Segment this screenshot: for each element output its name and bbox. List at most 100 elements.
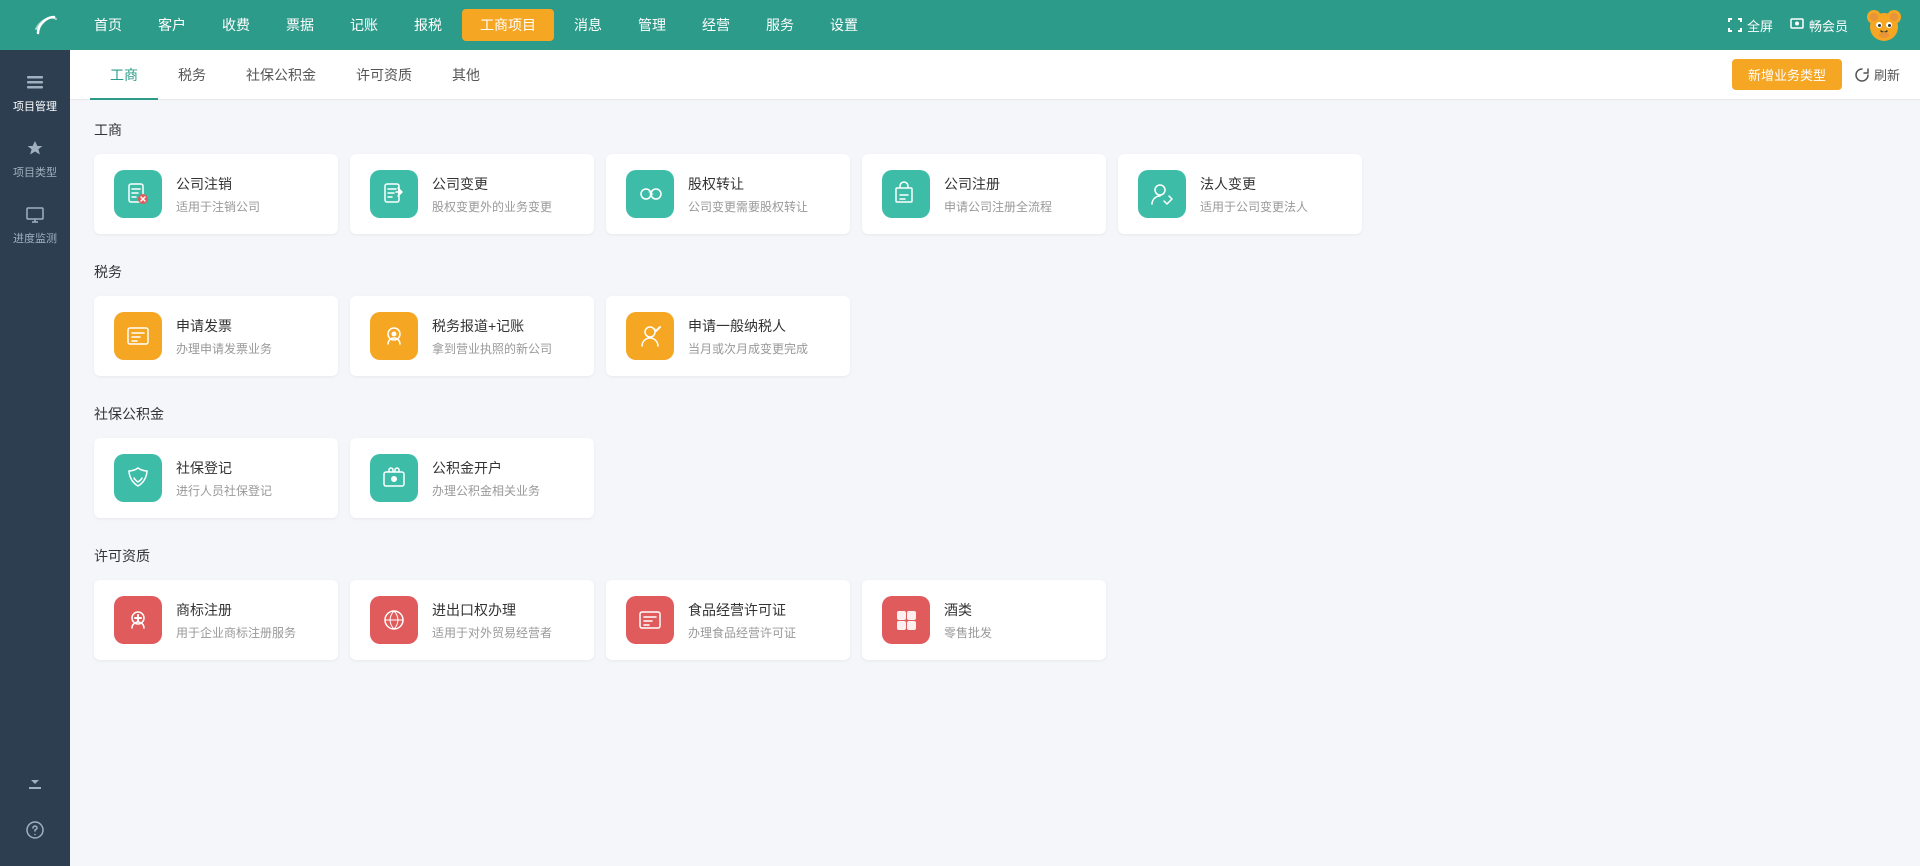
sidebar: 项目管理 项目类型 进度监测 (0, 50, 70, 866)
sidebar-download[interactable] (0, 762, 70, 802)
tab-license[interactable]: 许可资质 (336, 50, 432, 100)
import-export-icon (370, 596, 418, 644)
card-import-export[interactable]: 进出口权办理 适用于对外贸易经营者 (350, 580, 594, 660)
card-alcohol[interactable]: 酒类 零售批发 (862, 580, 1106, 660)
card-tax-report[interactable]: 税务报道+记账 拿到营业执照的新公司 (350, 296, 594, 376)
provident-fund-icon (370, 454, 418, 502)
tab-actions: 新增业务类型 刷新 (1732, 59, 1900, 90)
card-title: 公司注销 (176, 174, 260, 194)
sidebar-item-project-management[interactable]: 项目管理 (0, 60, 70, 126)
trademark-icon (114, 596, 162, 644)
section-title-license: 许可资质 (94, 546, 1896, 566)
refresh-icon (1854, 67, 1870, 83)
scroll-container[interactable]: 工商 公司注销 适用于注销公司 (70, 100, 1920, 866)
card-title: 酒类 (944, 600, 992, 620)
member-button[interactable]: 畅会员 (1789, 16, 1848, 35)
mascot (1864, 5, 1904, 45)
nav-business[interactable]: 工商项目 (462, 9, 554, 41)
logo-icon (30, 9, 62, 41)
card-desc: 办理公积金相关业务 (432, 482, 540, 499)
sidebar-help[interactable] (0, 810, 70, 850)
help-icon (25, 820, 45, 840)
list-icon (24, 72, 46, 94)
card-title: 食品经营许可证 (688, 600, 796, 620)
card-desc: 办理食品经营许可证 (688, 624, 796, 641)
tab-business[interactable]: 工商 (90, 50, 158, 100)
card-desc: 股权变更外的业务变更 (432, 198, 552, 215)
section-title-social: 社保公积金 (94, 404, 1896, 424)
nav-service[interactable]: 服务 (748, 0, 812, 50)
nav-tax[interactable]: 报税 (396, 0, 460, 50)
sidebar-item-label: 项目类型 (13, 164, 57, 180)
new-type-button[interactable]: 新增业务类型 (1732, 59, 1842, 90)
sidebar-item-progress[interactable]: 进度监测 (0, 192, 70, 258)
cards-grid-business: 公司注销 适用于注销公司 公司变更 股权变更 (94, 154, 1896, 234)
sidebar-item-label: 项目管理 (13, 98, 57, 114)
card-invoice[interactable]: 申请发票 办理申请发票业务 (94, 296, 338, 376)
nav-customer[interactable]: 客户 (140, 0, 204, 50)
card-provident-fund[interactable]: 公积金开户 办理公积金相关业务 (350, 438, 594, 518)
download-icon (25, 772, 45, 792)
card-title: 公积金开户 (432, 458, 540, 478)
fullscreen-button[interactable]: 全屏 (1727, 16, 1773, 35)
card-title: 股权转让 (688, 174, 808, 194)
company-change-icon (370, 170, 418, 218)
food-license-icon (626, 596, 674, 644)
nav-manage[interactable]: 管理 (620, 0, 684, 50)
content-area: 工商 税务 社保公积金 许可资质 其他 新增业务类型 刷新 工商 (70, 50, 1920, 866)
nav-right: 全屏 畅会员 (1727, 5, 1904, 45)
nav-message[interactable]: 消息 (556, 0, 620, 50)
fullscreen-icon (1727, 17, 1743, 33)
social-insurance-icon (114, 454, 162, 502)
sidebar-bottom (0, 762, 70, 866)
company-cancel-icon (114, 170, 162, 218)
card-desc: 拿到营业执照的新公司 (432, 340, 552, 357)
logo-area (16, 9, 76, 41)
invoice-icon (114, 312, 162, 360)
star-icon (24, 138, 46, 160)
nav-items: 首页 客户 收费 票据 记账 报税 工商项目 消息 管理 经营 服务 设置 (76, 0, 1727, 50)
card-title: 公司变更 (432, 174, 552, 194)
refresh-button[interactable]: 刷新 (1854, 65, 1900, 84)
tab-social[interactable]: 社保公积金 (226, 50, 336, 100)
nav-fee[interactable]: 收费 (204, 0, 268, 50)
cards-grid-license: 商标注册 用于企业商标注册服务 进出口权办理 适用于对外贸易经营者 (94, 580, 1896, 660)
card-title: 申请发票 (176, 316, 272, 336)
card-food-license[interactable]: 食品经营许可证 办理食品经营许可证 (606, 580, 850, 660)
card-title: 法人变更 (1200, 174, 1308, 194)
tax-report-icon (370, 312, 418, 360)
tab-tax[interactable]: 税务 (158, 50, 226, 100)
section-title-business: 工商 (94, 120, 1896, 140)
cards-grid-tax: 申请发票 办理申请发票业务 税务报道+记账 (94, 296, 1896, 376)
card-title: 税务报道+记账 (432, 316, 552, 336)
card-company-cancel[interactable]: 公司注销 适用于注销公司 (94, 154, 338, 234)
card-title: 社保登记 (176, 458, 272, 478)
card-company-change[interactable]: 公司变更 股权变更外的业务变更 (350, 154, 594, 234)
card-social-insurance[interactable]: 社保登记 进行人员社保登记 (94, 438, 338, 518)
card-legal-change[interactable]: 法人变更 适用于公司变更法人 (1118, 154, 1362, 234)
tab-other[interactable]: 其他 (432, 50, 500, 100)
main-layout: 项目管理 项目类型 进度监测 (0, 50, 1920, 866)
card-desc: 进行人员社保登记 (176, 482, 272, 499)
section-title-tax: 税务 (94, 262, 1896, 282)
sidebar-item-project-type[interactable]: 项目类型 (0, 126, 70, 192)
cards-grid-social: 社保登记 进行人员社保登记 公积金开户 办理 (94, 438, 1896, 518)
refresh-label: 刷新 (1874, 65, 1900, 84)
card-taxpayer[interactable]: 申请一般纳税人 当月或次月成变更完成 (606, 296, 850, 376)
card-desc: 适用于公司变更法人 (1200, 198, 1308, 215)
taxpayer-icon (626, 312, 674, 360)
sidebar-item-label: 进度监测 (13, 230, 57, 246)
nav-invoice[interactable]: 票据 (268, 0, 332, 50)
nav-home[interactable]: 首页 (76, 0, 140, 50)
card-trademark[interactable]: 商标注册 用于企业商标注册服务 (94, 580, 338, 660)
nav-operation[interactable]: 经营 (684, 0, 748, 50)
monitor-icon (24, 204, 46, 226)
card-equity-transfer[interactable]: 股权转让 公司变更需要股权转让 (606, 154, 850, 234)
card-company-register[interactable]: 公司注册 申请公司注册全流程 (862, 154, 1106, 234)
nav-settings[interactable]: 设置 (812, 0, 876, 50)
top-nav: 首页 客户 收费 票据 记账 报税 工商项目 消息 管理 经营 服务 设置 全屏… (0, 0, 1920, 50)
nav-accounting[interactable]: 记账 (332, 0, 396, 50)
mascot-svg (1864, 5, 1904, 45)
legal-change-icon (1138, 170, 1186, 218)
tab-bar: 工商 税务 社保公积金 许可资质 其他 新增业务类型 刷新 (70, 50, 1920, 100)
